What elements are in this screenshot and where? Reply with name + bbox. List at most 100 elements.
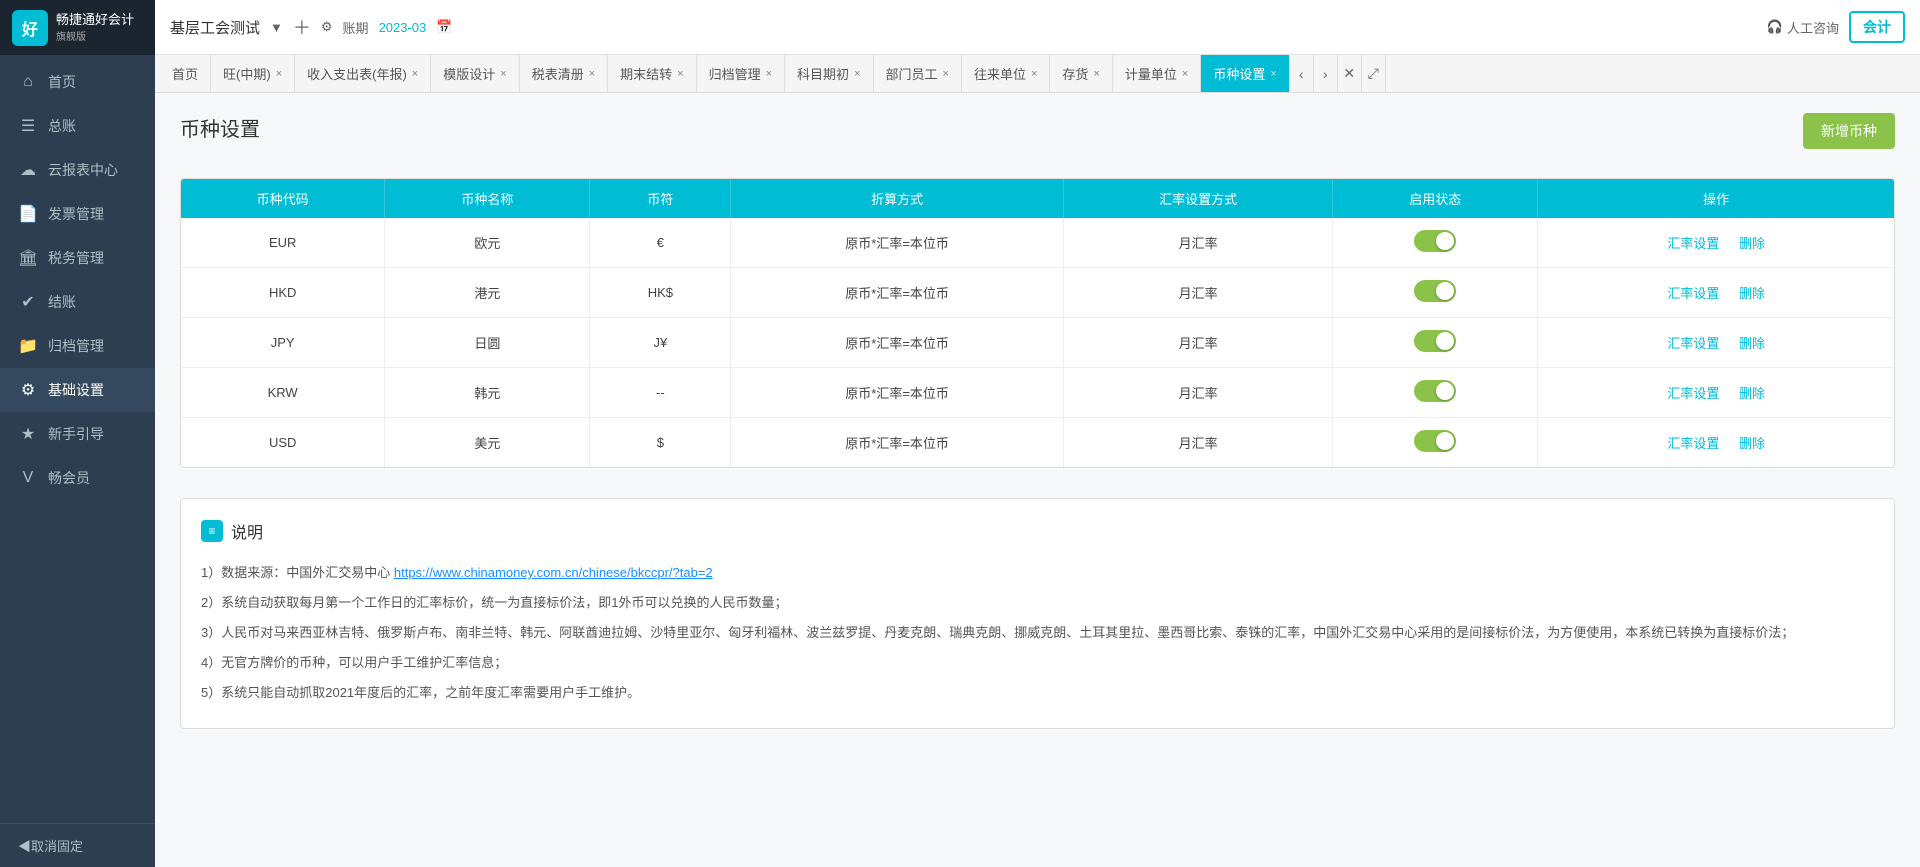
rate-setting-btn-1[interactable]: 汇率设置 — [1667, 286, 1719, 301]
settings-gear-icon[interactable]: ⚙ — [321, 19, 333, 35]
tab-archive-mgmt[interactable]: 归档管理 × — [697, 55, 785, 93]
tab-income-close[interactable]: × — [412, 68, 418, 80]
tab-tax-close[interactable]: × — [589, 68, 595, 80]
toggle-track-2 — [1414, 330, 1456, 352]
tab-home[interactable]: 首页 — [160, 55, 211, 93]
tab-close-all[interactable]: ✕ — [1338, 55, 1362, 93]
tab-counterpart-close[interactable]: × — [1031, 68, 1037, 80]
rate-setting-btn-3[interactable]: 汇率设置 — [1667, 386, 1719, 401]
cell-action-1: 汇率设置 删除 — [1538, 268, 1894, 318]
cell-rate-method-1: 月汇率 — [1063, 268, 1332, 318]
sidebar-item-label: 新手引导 — [48, 424, 104, 444]
tab-department[interactable]: 部门员工 × — [874, 55, 962, 93]
toggle-enabled-1[interactable] — [1414, 280, 1456, 302]
sidebar-item-checkout[interactable]: ✔ 结账 — [0, 280, 155, 324]
cell-code-1: HKD — [181, 268, 385, 318]
consult-btn[interactable]: 🎧 人工咨询 — [1767, 18, 1839, 37]
tab-fullscreen[interactable]: ⤢ — [1362, 55, 1386, 93]
delete-btn-2[interactable]: 删除 — [1739, 336, 1765, 351]
cell-name-1: 港元 — [385, 268, 590, 318]
cell-name-0: 欧元 — [385, 218, 590, 268]
tab-inventory-close[interactable]: × — [1093, 68, 1099, 80]
tab-unit-close[interactable]: × — [1182, 68, 1188, 80]
tab-subject-close[interactable]: × — [854, 68, 860, 80]
tab-period-end[interactable]: 期末结转 × — [608, 55, 696, 93]
col-rate-method: 汇率设置方式 — [1063, 179, 1332, 218]
tab-income-statement[interactable]: 收入支出表(年报) × — [295, 55, 431, 93]
sidebar-item-basic-settings[interactable]: ⚙ 基础设置 — [0, 368, 155, 412]
notice-link[interactable]: https://www.chinamoney.com.cn/chinese/bk… — [394, 565, 713, 580]
tab-unit[interactable]: 计量单位 × — [1113, 55, 1201, 93]
delete-btn-3[interactable]: 删除 — [1739, 386, 1765, 401]
sidebar-unpin[interactable]: ◀取消固定 — [0, 823, 155, 867]
sidebar-item-label: 首页 — [48, 72, 76, 92]
cell-rate-method-0: 月汇率 — [1063, 218, 1332, 268]
toggle-thumb-2 — [1436, 332, 1454, 350]
sidebar-item-archive[interactable]: 📁 归档管理 — [0, 324, 155, 368]
delete-btn-0[interactable]: 删除 — [1739, 236, 1765, 251]
tab-template-close[interactable]: × — [500, 68, 506, 80]
sidebar-item-general-ledger[interactable]: ☰ 总账 — [0, 104, 155, 148]
tab-inventory[interactable]: 存货 × — [1050, 55, 1112, 93]
topbar: 基层工会测试 ▼ ＋ ⚙ 账期 2023-03 📅 🎧 人工咨询 会计 — [155, 0, 1920, 55]
sidebar-item-label: 畅会员 — [48, 468, 90, 488]
sidebar-item-home[interactable]: ⌂ 首页 — [0, 60, 155, 104]
tab-nav-right[interactable]: › — [1314, 55, 1338, 93]
cell-status-3 — [1333, 368, 1538, 418]
cell-calc-4: 原币*汇率=本位币 — [731, 418, 1064, 468]
rate-setting-btn-4[interactable]: 汇率设置 — [1667, 436, 1719, 451]
cell-calc-2: 原币*汇率=本位币 — [731, 318, 1064, 368]
new-currency-btn[interactable]: 新增币种 — [1803, 113, 1895, 149]
tab-tax-clearance[interactable]: 税表清册 × — [520, 55, 608, 93]
app-logo-icon: 好 — [12, 10, 48, 46]
sidebar-item-new-guide[interactable]: ★ 新手引导 — [0, 412, 155, 456]
sidebar-item-tax[interactable]: 🏛 税务管理 — [0, 236, 155, 280]
delete-btn-4[interactable]: 删除 — [1739, 436, 1765, 451]
rate-setting-btn-0[interactable]: 汇率设置 — [1667, 236, 1719, 251]
period-calendar-icon[interactable]: 📅 — [436, 19, 452, 35]
table-row: HKD 港元 HK$ 原币*汇率=本位币 月汇率 汇率设置 删除 — [181, 268, 1894, 318]
account-type-btn[interactable]: 会计 — [1849, 11, 1905, 43]
tab-counterpart[interactable]: 往来单位 × — [962, 55, 1050, 93]
col-status: 启用状态 — [1333, 179, 1538, 218]
tab-nav-left[interactable]: ‹ — [1290, 55, 1314, 93]
tab-currency-close[interactable]: × — [1270, 68, 1276, 80]
toggle-enabled-3[interactable] — [1414, 380, 1456, 402]
cell-status-4 — [1333, 418, 1538, 468]
sidebar-item-label: 云报表中心 — [48, 160, 118, 180]
delete-btn-1[interactable]: 删除 — [1739, 286, 1765, 301]
notice-list: 1）数据来源：中国外汇交易中心 https://www.chinamoney.c… — [201, 558, 1874, 708]
tab-archive-close[interactable]: × — [766, 68, 772, 80]
tabbar: 首页 旺(中期) × 收入支出表(年报) × 模版设计 × 税表清册 × 期末结… — [155, 55, 1920, 93]
sidebar-item-report-center[interactable]: ☁ 云报表中心 — [0, 148, 155, 192]
tab-periodic[interactable]: 旺(中期) × — [211, 55, 295, 93]
cell-status-1 — [1333, 268, 1538, 318]
rate-setting-btn-2[interactable]: 汇率设置 — [1667, 336, 1719, 351]
add-workspace-btn[interactable]: ＋ — [293, 14, 311, 40]
cell-code-2: JPY — [181, 318, 385, 368]
tab-periodend-close[interactable]: × — [677, 68, 683, 80]
tab-counterpart-label: 往来单位 — [974, 64, 1026, 83]
sidebar-item-member[interactable]: V 畅会员 — [0, 456, 155, 500]
toggle-track-0 — [1414, 230, 1456, 252]
member-icon: V — [18, 469, 38, 487]
cloud-icon: ☁ — [18, 160, 38, 180]
tab-income-label: 收入支出表(年报) — [307, 64, 407, 83]
toggle-enabled-2[interactable] — [1414, 330, 1456, 352]
tab-department-close[interactable]: × — [943, 68, 949, 80]
notice-item-4: 4）无官方牌价的币种，可以用户手工维护汇率信息； — [201, 648, 1874, 678]
guide-icon: ★ — [18, 424, 38, 444]
toggle-enabled-4[interactable] — [1414, 430, 1456, 452]
sidebar-item-invoice[interactable]: 📄 发票管理 — [0, 192, 155, 236]
cell-name-3: 韩元 — [385, 368, 590, 418]
sidebar-item-label: 发票管理 — [48, 204, 104, 224]
tab-periodic-close[interactable]: × — [276, 68, 282, 80]
table-row: USD 美元 $ 原币*汇率=本位币 月汇率 汇率设置 删除 — [181, 418, 1894, 468]
tab-subject-init[interactable]: 科目期初 × — [785, 55, 873, 93]
page-header: 币种设置 新增币种 — [180, 113, 1895, 160]
tab-currency-settings[interactable]: 币种设置 × — [1201, 55, 1289, 93]
workspace-dropdown[interactable]: ▼ — [270, 20, 283, 35]
tab-template-design[interactable]: 模版设计 × — [431, 55, 519, 93]
consult-icon: 🎧 — [1767, 19, 1783, 35]
toggle-enabled-0[interactable] — [1414, 230, 1456, 252]
